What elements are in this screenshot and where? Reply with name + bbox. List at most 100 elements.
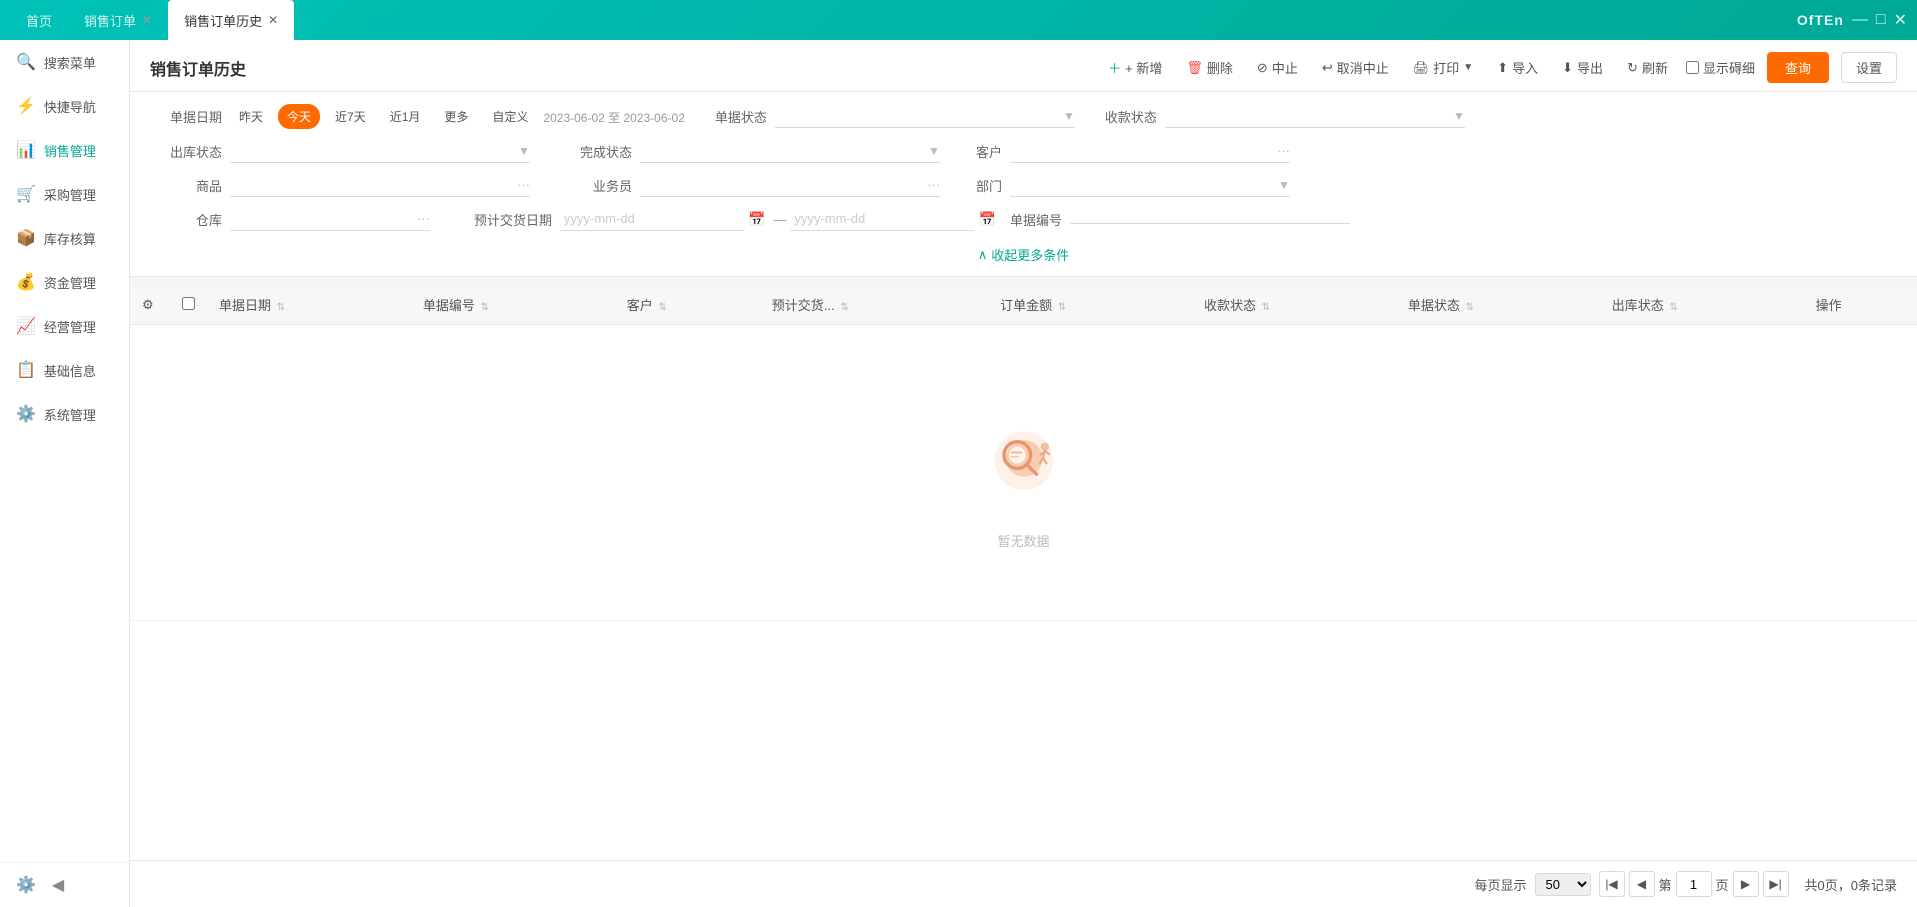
collapse-row: ∧ 收起更多条件 — [150, 241, 1897, 264]
date-btn-today[interactable]: 今天 — [278, 104, 320, 129]
salesperson-select[interactable]: ··· — [640, 173, 940, 197]
filter-row-product: 商品 ··· 业务员 ··· 部门 ▼ — [150, 173, 1897, 197]
payment-status-arrow-icon: ▼ — [1453, 109, 1465, 123]
th-order-amount[interactable]: 订单金额 ⇅ — [988, 285, 1192, 325]
bill-status-select[interactable]: ▼ — [775, 105, 1075, 128]
th-payment-status[interactable]: 收款状态 ⇅ — [1192, 285, 1396, 325]
per-page-select[interactable]: 50 10 20 100 — [1535, 873, 1591, 896]
sidebar-collapse-icon[interactable]: ◀ — [52, 875, 64, 895]
warehouse-status-select[interactable]: ▼ — [230, 140, 530, 163]
th-warehouse-status-label: 出库状态 — [1612, 298, 1664, 313]
customer-select[interactable]: ··· — [1010, 139, 1290, 163]
sidebar-item-inventory-check[interactable]: 📦 库存核算 — [0, 216, 129, 260]
th-warehouse-status[interactable]: 出库状态 ⇅ — [1600, 285, 1804, 325]
department-select[interactable]: ▼ — [1010, 174, 1290, 197]
cancel-stop-label: 取消中止 — [1337, 58, 1389, 77]
collapse-button[interactable]: ∧ 收起更多条件 — [978, 245, 1070, 264]
sidebar-item-quick-nav[interactable]: ⚡ 快捷导航 — [0, 84, 129, 128]
sidebar-item-operations-mgmt[interactable]: 📈 经营管理 — [0, 304, 129, 348]
sidebar-item-system-mgmt[interactable]: ⚙️ 系统管理 — [0, 392, 129, 436]
th-bill-date[interactable]: 单据日期 ⇅ — [207, 285, 411, 325]
sales-mgmt-icon: 📊 — [16, 140, 36, 160]
purchase-mgmt-icon: 🛒 — [16, 184, 36, 204]
date-btn-7days[interactable]: 近7天 — [326, 104, 375, 129]
stop-button[interactable]: ⊘ 中止 — [1251, 54, 1304, 81]
payment-status-label: 收款状态 — [1095, 107, 1165, 126]
th-bill-number[interactable]: 单据编号 ⇅ — [411, 285, 615, 325]
pager-page-input[interactable] — [1676, 871, 1712, 897]
import-icon: ⬆ — [1497, 60, 1508, 76]
sidebar-item-sales-mgmt[interactable]: 📊 销售管理 — [0, 128, 129, 172]
sidebar-item-operations-mgmt-label: 经营管理 — [44, 317, 96, 336]
data-table: ⚙ 单据日期 ⇅ 单据编号 ⇅ — [130, 285, 1917, 621]
th-bill-status[interactable]: 单据状态 ⇅ — [1396, 285, 1600, 325]
tab-sales-order-history-close[interactable]: ✕ — [268, 13, 278, 27]
window-minimize-icon[interactable]: — — [1852, 11, 1868, 29]
cancel-stop-icon: ↩ — [1322, 60, 1333, 76]
capital-mgmt-icon: 💰 — [16, 272, 36, 292]
salesperson-dots-icon: ··· — [927, 177, 940, 192]
window-maximize-icon[interactable]: □ — [1876, 11, 1886, 29]
sort-bill-number-icon: ⇅ — [481, 302, 489, 313]
tab-home[interactable]: 首页 — [10, 0, 68, 40]
new-button[interactable]: ＋ + 新增 — [1102, 54, 1168, 81]
tab-sales-order-close[interactable]: ✕ — [142, 13, 152, 27]
pager-first-button[interactable]: |◀ — [1599, 871, 1625, 897]
expected-delivery-label: 预计交货日期 — [470, 210, 560, 229]
th-expected-delivery-label: 预计交货... — [772, 298, 835, 313]
table-area: ⚙ 单据日期 ⇅ 单据编号 ⇅ — [130, 285, 1917, 860]
print-button[interactable]: 🖨 打印 ▼ — [1407, 54, 1479, 81]
export-button[interactable]: ⬇ 导出 — [1556, 54, 1609, 81]
query-button[interactable]: 查询 — [1767, 52, 1829, 83]
top-bar-right: OfTEn — □ ✕ — [1789, 10, 1907, 30]
empty-illustration — [974, 415, 1074, 515]
filter-row-warehouse-status: 出库状态 ▼ 完成状态 ▼ 客户 ··· — [150, 139, 1897, 163]
th-expected-delivery[interactable]: 预计交货... ⇅ — [760, 285, 988, 325]
delete-label: 删除 — [1207, 58, 1233, 77]
date-btn-yesterday[interactable]: 昨天 — [230, 104, 272, 129]
pager-prev-button[interactable]: ◀ — [1629, 871, 1655, 897]
sidebar-item-search-menu-label: 搜索菜单 — [44, 53, 96, 72]
sidebar-item-purchase-mgmt[interactable]: 🛒 采购管理 — [0, 172, 129, 216]
bill-number-input[interactable] — [1070, 215, 1350, 224]
date-btn-more[interactable]: 更多 — [435, 104, 477, 129]
display-narrow-toggle[interactable]: 显示碍细 — [1686, 58, 1755, 77]
refresh-button[interactable]: ↻ 刷新 — [1621, 54, 1674, 81]
tab-sales-order-history[interactable]: 销售订单历史 ✕ — [168, 0, 294, 40]
expected-delivery-end-input[interactable] — [790, 207, 974, 231]
sidebar-item-capital-mgmt[interactable]: 💰 资金管理 — [0, 260, 129, 304]
th-settings[interactable]: ⚙ — [130, 285, 170, 325]
th-checkbox[interactable] — [170, 285, 207, 325]
delete-button[interactable]: 🗑 删除 — [1180, 54, 1239, 81]
settings-button[interactable]: 设置 — [1841, 52, 1897, 83]
warehouse-select[interactable]: ··· — [230, 207, 430, 231]
inventory-check-icon: 📦 — [16, 228, 36, 248]
calendar-end-icon[interactable]: 📅 — [978, 211, 995, 228]
th-customer[interactable]: 客户 ⇅ — [615, 285, 760, 325]
sidebar-bottom: ⚙️ ◀ — [0, 862, 129, 907]
pager-next-button[interactable]: ▶ — [1733, 871, 1759, 897]
sidebar-item-search-menu[interactable]: 🔍 搜索菜单 — [0, 40, 129, 84]
print-label: 打印 — [1433, 58, 1459, 77]
product-label: 商品 — [150, 176, 230, 195]
payment-status-select[interactable]: ▼ — [1165, 105, 1465, 128]
calendar-start-icon[interactable]: 📅 — [748, 211, 765, 228]
th-payment-status-label: 收款状态 — [1204, 298, 1256, 313]
pager-last-button[interactable]: ▶| — [1763, 871, 1789, 897]
sidebar-item-basic-info[interactable]: 📋 基础信息 — [0, 348, 129, 392]
expected-delivery-start-input[interactable] — [560, 207, 744, 231]
cancel-stop-button[interactable]: ↩ 取消中止 — [1316, 54, 1395, 81]
customer-label: 客户 — [960, 142, 1010, 161]
date-btn-1month[interactable]: 近1月 — [381, 104, 430, 129]
tab-sales-order[interactable]: 销售订单 ✕ — [68, 0, 168, 40]
date-btn-custom[interactable]: 自定义 — [483, 104, 537, 129]
window-close-icon[interactable]: ✕ — [1894, 10, 1907, 30]
import-button[interactable]: ⬆ 导入 — [1491, 54, 1544, 81]
warehouse-dots-icon: ··· — [417, 211, 430, 226]
warehouse-status-arrow-icon: ▼ — [518, 144, 530, 158]
product-select[interactable]: ··· — [230, 173, 530, 197]
sidebar-settings-icon[interactable]: ⚙️ — [16, 875, 36, 895]
select-all-checkbox[interactable] — [182, 297, 195, 310]
completion-status-select[interactable]: ▼ — [640, 140, 940, 163]
display-narrow-checkbox[interactable] — [1686, 61, 1699, 74]
